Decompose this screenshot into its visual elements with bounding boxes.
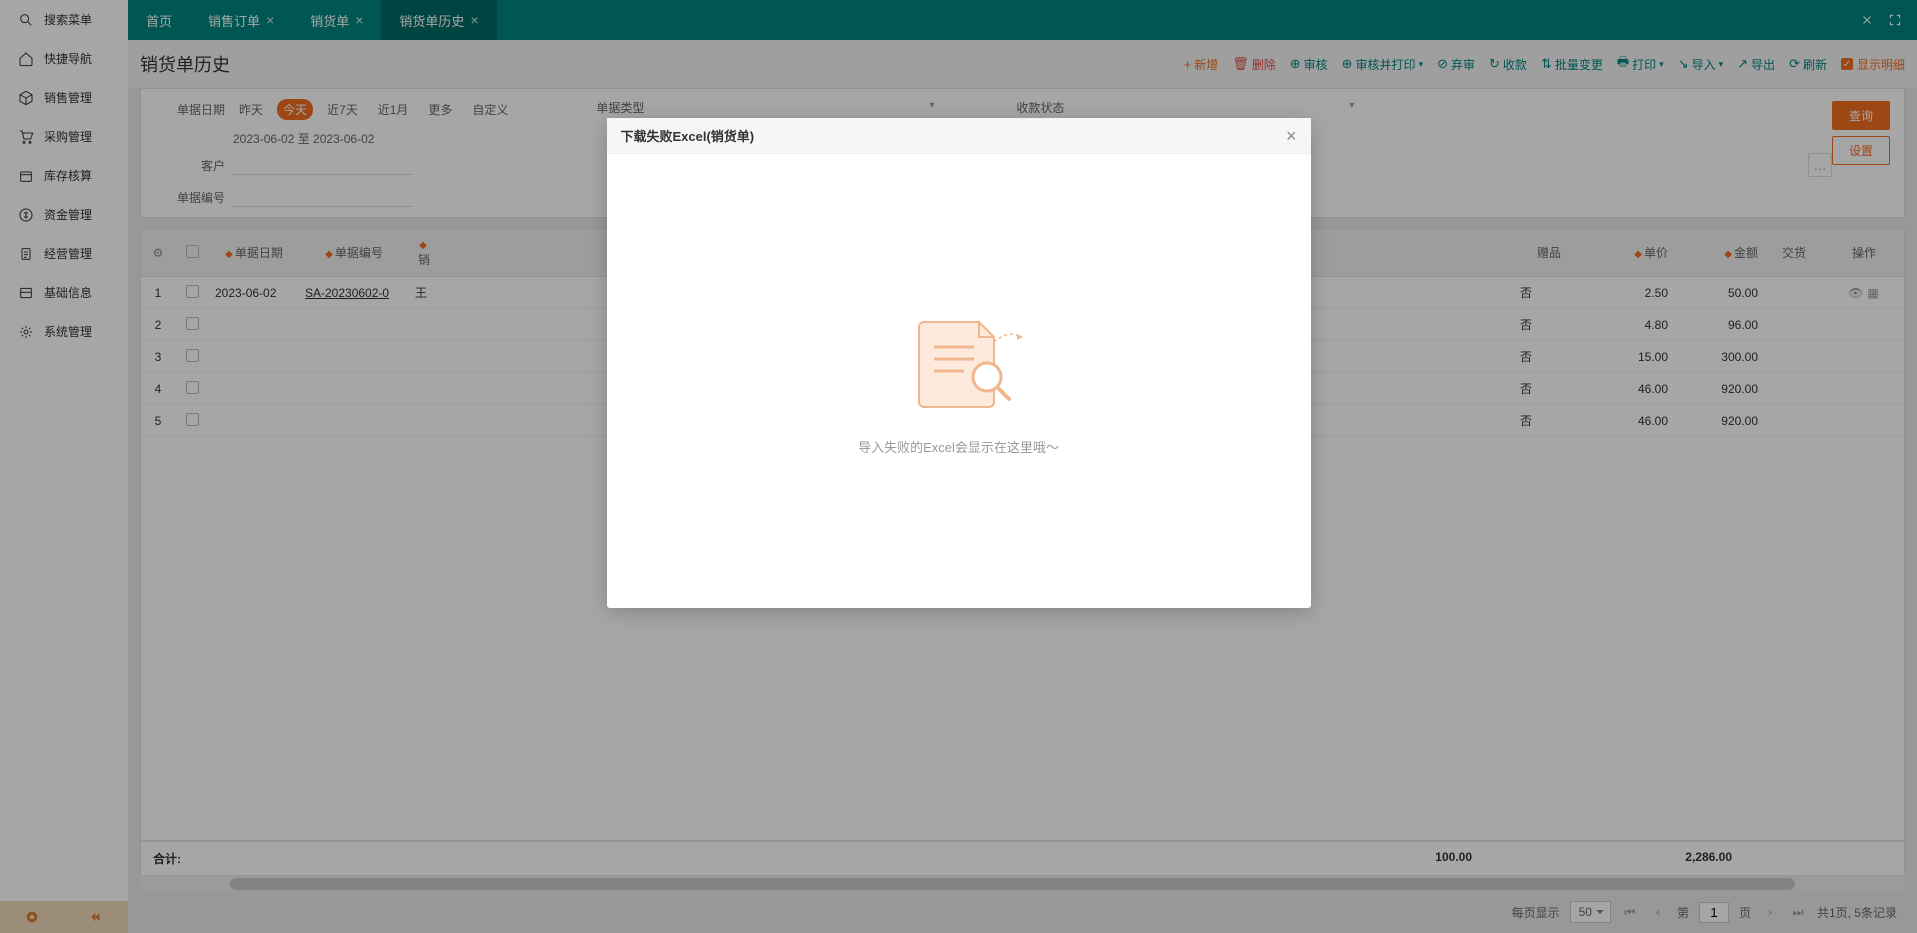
- modal-close-button[interactable]: ×: [1286, 127, 1297, 145]
- download-failed-modal: 下载失败Excel(销货单) × 导入失败的Excel会显示在这里哦～: [607, 118, 1311, 608]
- modal-title: 下载失败Excel(销货单): [621, 126, 755, 145]
- empty-text: 导入失败的Excel会显示在这里哦～: [858, 437, 1059, 456]
- modal-overlay: 下载失败Excel(销货单) × 导入失败的Excel会显示在这里哦～: [0, 0, 1917, 933]
- empty-document-icon: [889, 307, 1029, 417]
